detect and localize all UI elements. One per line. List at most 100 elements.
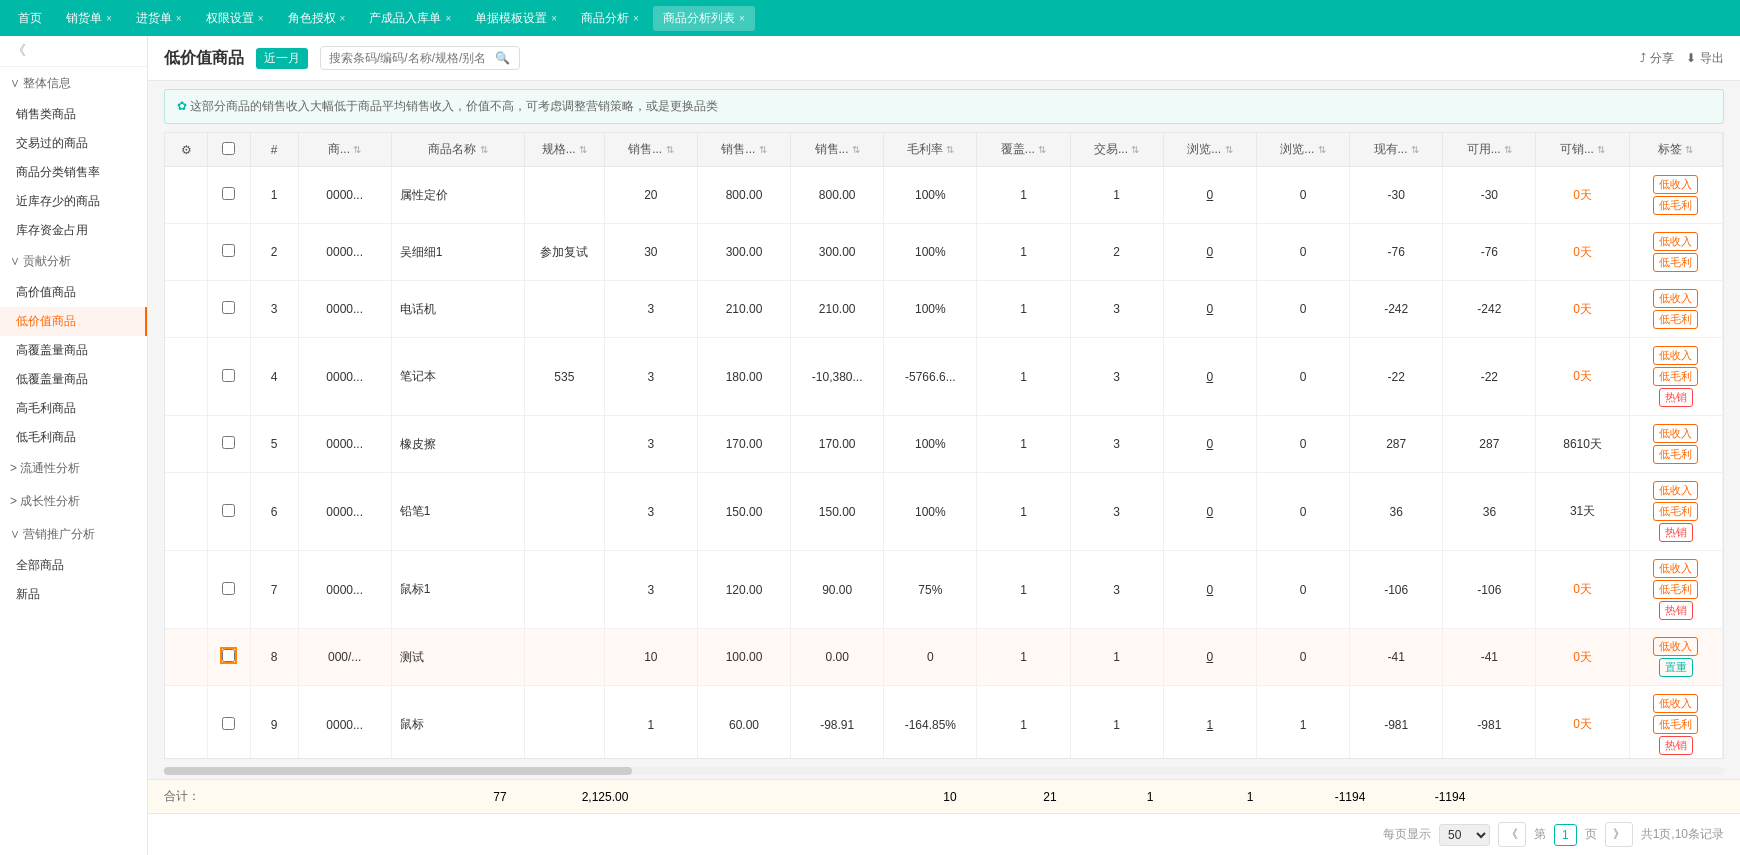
col-browse2[interactable]: 浏览... ⇅ [1256,133,1349,167]
col-coverage[interactable]: 覆盖... ⇅ [977,133,1070,167]
browse1-link[interactable]: 0 [1207,437,1214,451]
tags-cell: 低收入低毛利热销 [1629,551,1722,629]
close-icon[interactable]: × [176,13,182,24]
row-checkbox[interactable] [222,436,235,449]
browse1-link[interactable]: 0 [1207,370,1214,384]
close-icon[interactable]: × [258,13,264,24]
checkbox-cell[interactable] [208,686,251,760]
horizontal-scrollbar[interactable] [164,767,1724,775]
next-page-button[interactable]: 》 [1605,822,1633,847]
browse1-link[interactable]: 0 [1207,302,1214,316]
checkbox-cell[interactable] [208,338,251,416]
row-checkbox[interactable] [222,244,235,257]
browse2-cell: 0 [1256,629,1349,686]
row-checkbox[interactable] [222,369,235,382]
tags-cell: 低收入低毛利热销 [1629,686,1722,760]
close-icon[interactable]: × [633,13,639,24]
share-button[interactable]: ⤴ 分享 [1640,50,1674,67]
nav-item-home[interactable]: 首页 [8,6,52,31]
browse1-link[interactable]: 0 [1207,650,1214,664]
row-checkbox[interactable] [222,717,235,730]
export-button[interactable]: ⬇ 导出 [1686,50,1724,67]
close-icon[interactable]: × [106,13,112,24]
row-checkbox[interactable] [222,504,235,517]
search-icon[interactable]: 🔍 [495,51,510,65]
num-cell: 1 [250,167,298,224]
browse1-link[interactable]: 1 [1207,718,1214,732]
sidebar-item-new-goods[interactable]: 新品 [0,580,147,609]
select-all-checkbox[interactable] [222,142,235,155]
sidebar-item-high-margin[interactable]: 高毛利商品 [0,394,147,423]
col-name[interactable]: 商品名称 ⇅ [391,133,524,167]
page-size-select[interactable]: 50 100 200 [1439,824,1490,846]
col-checkbox[interactable] [208,133,251,167]
col-sales-qty[interactable]: 销售... ⇅ [604,133,697,167]
col-code[interactable]: 商... ⇅ [298,133,391,167]
sidebar-item-low-value[interactable]: 低价值商品 [0,307,147,336]
browse1-link[interactable]: 0 [1207,583,1214,597]
sidebar-item-all-goods[interactable]: 全部商品 [0,551,147,580]
prev-page-button[interactable]: 《 [1498,822,1526,847]
sidebar-section-overall[interactable]: ∨ 整体信息 [0,67,147,100]
search-input[interactable] [329,51,489,65]
gross-rate-cell: 75% [884,551,977,629]
close-icon[interactable]: × [551,13,557,24]
sidebar-item-category-sales[interactable]: 商品分类销售率 [0,158,147,187]
col-sales-price[interactable]: 销售... ⇅ [697,133,790,167]
sidebar-section-contribution[interactable]: ∨ 贡献分析 [0,245,147,278]
sidebar-item-high-value[interactable]: 高价值商品 [0,278,147,307]
col-spec[interactable]: 规格... ⇅ [524,133,604,167]
sidebar-item-low-coverage[interactable]: 低覆盖量商品 [0,365,147,394]
checkbox-cell[interactable] [208,629,251,686]
nav-item-goods-list[interactable]: 商品分析列表 × [653,6,755,31]
current-page[interactable]: 1 [1554,824,1577,846]
col-current[interactable]: 现有... ⇅ [1350,133,1443,167]
sidebar-section-flow[interactable]: > 流通性分析 [0,452,147,485]
col-sales-amount[interactable]: 销售... ⇅ [791,133,884,167]
close-icon[interactable]: × [739,13,745,24]
nav-item-sales[interactable]: 销货单 × [56,6,122,31]
sidebar-section-growth[interactable]: > 成长性分析 [0,485,147,518]
checkbox-cell[interactable] [208,281,251,338]
col-tags[interactable]: 标签 ⇅ [1629,133,1722,167]
row-checkbox[interactable] [222,649,235,662]
sidebar-collapse-button[interactable]: 《 [8,42,30,60]
nav-item-permissions[interactable]: 权限设置 × [196,6,274,31]
row-checkbox[interactable] [222,301,235,314]
browse2-cell: 0 [1256,551,1349,629]
col-trade[interactable]: 交易... ⇅ [1070,133,1163,167]
col-browse1[interactable]: 浏览... ⇅ [1163,133,1256,167]
row-checkbox[interactable] [222,187,235,200]
sidebar-item-sales-goods[interactable]: 销售类商品 [0,100,147,129]
checkbox-cell[interactable] [208,551,251,629]
sidebar-item-traded-goods[interactable]: 交易过的商品 [0,129,147,158]
sidebar-item-high-coverage[interactable]: 高覆盖量商品 [0,336,147,365]
nav-item-templates[interactable]: 单据模板设置 × [465,6,567,31]
checkbox-cell[interactable] [208,167,251,224]
browse1-link[interactable]: 0 [1207,505,1214,519]
nav-item-goods-analysis[interactable]: 商品分析 × [571,6,649,31]
col-gear[interactable]: ⚙ [165,133,208,167]
sidebar-item-low-margin[interactable]: 低毛利商品 [0,423,147,452]
col-gross-rate[interactable]: 毛利率 ⇅ [884,133,977,167]
sidebar-item-stock-capital[interactable]: 库存资金占用 [0,216,147,245]
current-cell: -981 [1350,686,1443,760]
col-sellable[interactable]: 可销... ⇅ [1536,133,1629,167]
close-icon[interactable]: × [445,13,451,24]
checkbox-cell[interactable] [208,473,251,551]
close-icon[interactable]: × [340,13,346,24]
col-available[interactable]: 可用... ⇅ [1443,133,1536,167]
total-current: -1194 [1320,790,1380,804]
row-checkbox[interactable] [222,582,235,595]
time-tag[interactable]: 近一月 [256,48,308,69]
nav-item-roles[interactable]: 角色授权 × [278,6,356,31]
nav-item-products[interactable]: 产成品入库单 × [359,6,461,31]
browse1-link[interactable]: 0 [1207,245,1214,259]
checkbox-cell[interactable] [208,416,251,473]
sidebar-section-marketing[interactable]: ∨ 营销推广分析 [0,518,147,551]
nav-item-purchase[interactable]: 进货单 × [126,6,192,31]
sidebar-item-low-stock[interactable]: 近库存少的商品 [0,187,147,216]
checkbox-cell[interactable] [208,224,251,281]
code-cell: 0000... [298,686,391,760]
browse1-link[interactable]: 0 [1207,188,1214,202]
